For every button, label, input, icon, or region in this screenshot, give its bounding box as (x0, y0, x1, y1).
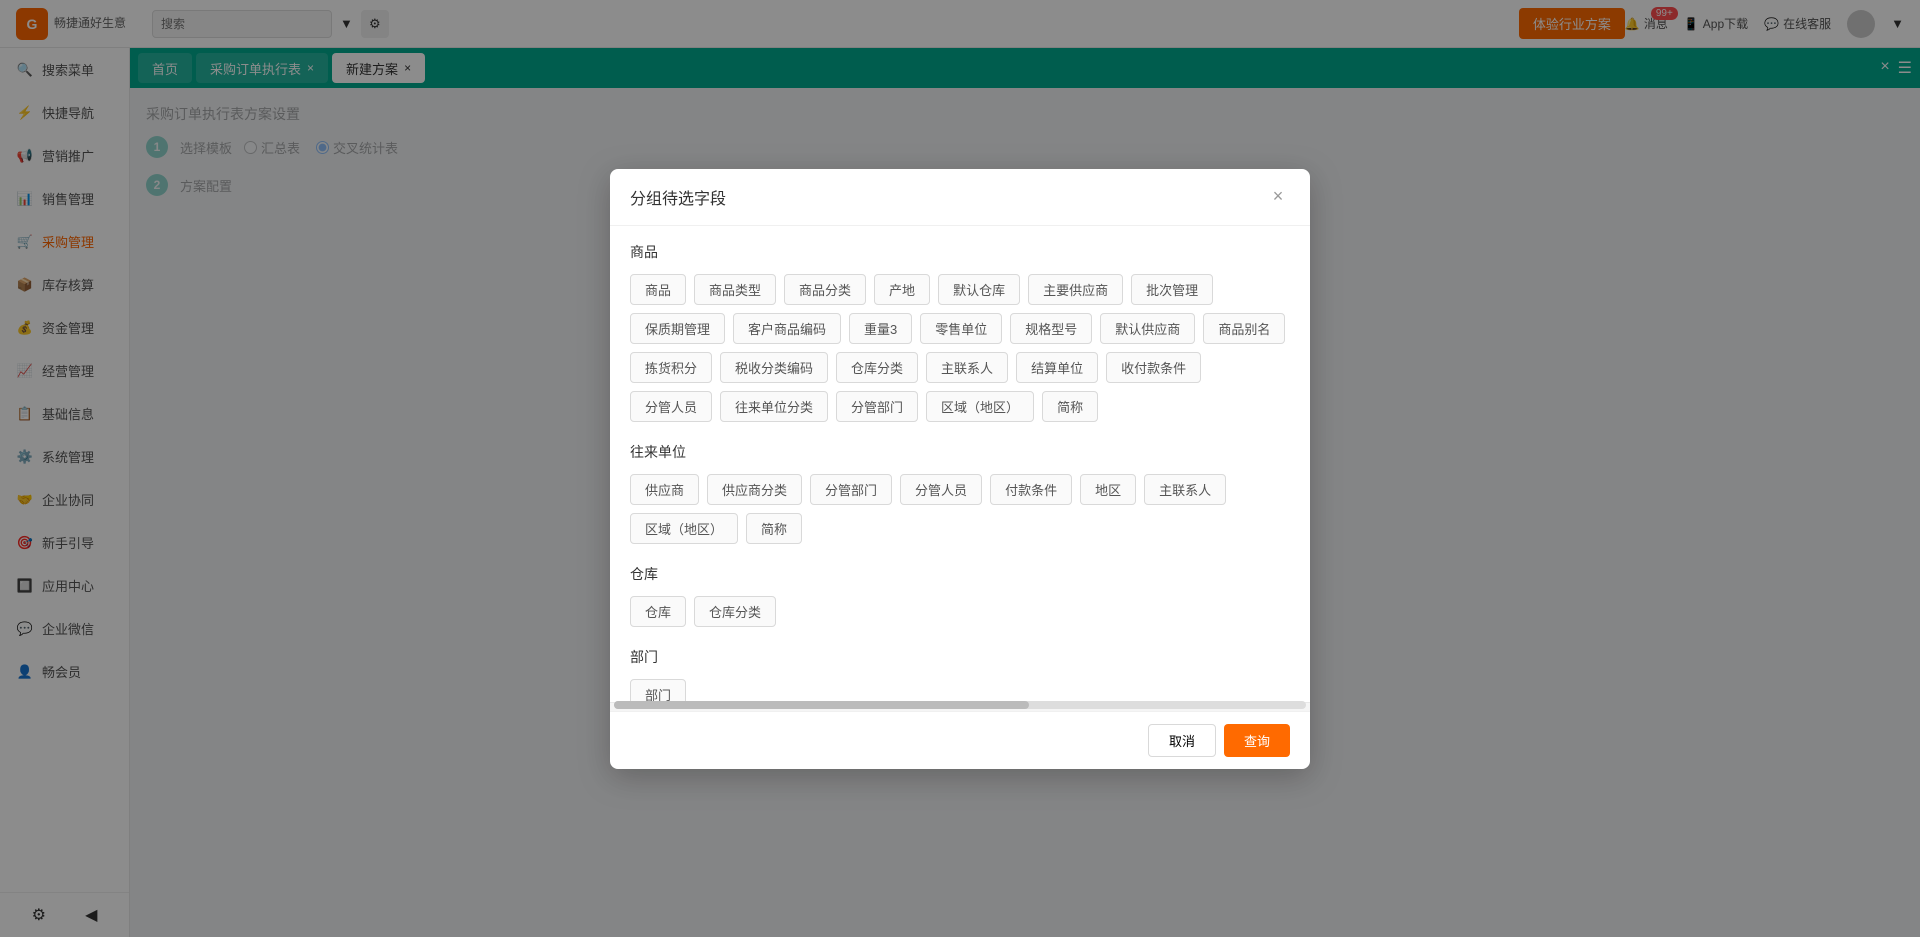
field-group-goods: 商品商品商品类型商品分类产地默认仓库主要供应商批次管理保质期管理客户商品编码重量… (630, 242, 1290, 422)
field-tag[interactable]: 分管部门 (836, 391, 918, 422)
field-tag[interactable]: 仓库 (630, 596, 686, 627)
field-tag[interactable]: 主要供应商 (1028, 274, 1123, 305)
confirm-button[interactable]: 查询 (1224, 724, 1290, 757)
field-group-title-department: 部门 (630, 647, 1290, 667)
field-tag[interactable]: 分管部门 (810, 474, 892, 505)
field-tag[interactable]: 商品类型 (694, 274, 776, 305)
cancel-button[interactable]: 取消 (1148, 724, 1216, 757)
field-tags-warehouse: 仓库仓库分类 (630, 596, 1290, 627)
field-tag[interactable]: 商品分类 (784, 274, 866, 305)
field-tags-goods: 商品商品类型商品分类产地默认仓库主要供应商批次管理保质期管理客户商品编码重量3 零… (630, 274, 1290, 422)
field-tag[interactable]: 仓库分类 (836, 352, 918, 383)
field-tag[interactable]: 简称 (746, 513, 802, 544)
field-tag[interactable]: 付款条件 (990, 474, 1072, 505)
field-tags-department: 部门 (630, 679, 1290, 703)
field-tag[interactable]: 供应商 (630, 474, 699, 505)
modal-scrollbar-thumb[interactable] (614, 701, 1029, 709)
field-tag[interactable]: 默认供应商 (1100, 313, 1195, 344)
field-tag[interactable]: 批次管理 (1131, 274, 1213, 305)
field-tag[interactable]: 拣货积分 (630, 352, 712, 383)
field-group-warehouse: 仓库仓库仓库分类 (630, 564, 1290, 627)
field-tag[interactable]: 区域（地区） (630, 513, 738, 544)
field-tag[interactable]: 商品 (630, 274, 686, 305)
modal-title: 分组待选字段 (630, 185, 726, 209)
modal-header: 分组待选字段 × (610, 169, 1310, 226)
modal-scrollbar-area (610, 702, 1310, 710)
field-tag[interactable]: 区域（地区） (926, 391, 1034, 422)
field-tag[interactable]: 主联系人 (926, 352, 1008, 383)
field-tag[interactable]: 主联系人 (1144, 474, 1226, 505)
field-group-title-warehouse: 仓库 (630, 564, 1290, 584)
field-tag[interactable]: 规格型号 (1010, 313, 1092, 344)
field-tags-partner: 供应商供应商分类分管部门分管人员付款条件地区主联系人区域（地区） 简称 (630, 474, 1290, 544)
field-group-partner: 往来单位供应商供应商分类分管部门分管人员付款条件地区主联系人区域（地区） 简称 (630, 442, 1290, 544)
field-select-modal: 分组待选字段 × 商品商品商品类型商品分类产地默认仓库主要供应商批次管理保质期管… (610, 169, 1310, 769)
field-tag[interactable]: 税收分类编码 (720, 352, 828, 383)
field-tag[interactable]: 商品别名 (1203, 313, 1285, 344)
field-group-title-goods: 商品 (630, 242, 1290, 262)
field-tag[interactable]: 地区 (1080, 474, 1136, 505)
modal-footer: 取消 查询 (610, 711, 1310, 769)
field-tag[interactable]: 简称 (1042, 391, 1098, 422)
modal-close-button[interactable]: × (1266, 185, 1290, 209)
field-tag[interactable]: 零售单位 (920, 313, 1002, 344)
field-tag[interactable]: 保质期管理 (630, 313, 725, 344)
field-group-title-partner: 往来单位 (630, 442, 1290, 462)
field-tag[interactable]: 分管人员 (900, 474, 982, 505)
field-tag[interactable]: 收付款条件 (1106, 352, 1201, 383)
field-group-department: 部门部门 (630, 647, 1290, 703)
field-tag[interactable]: 仓库分类 (694, 596, 776, 627)
field-tag[interactable]: 分管人员 (630, 391, 712, 422)
field-tag[interactable]: 往来单位分类 (720, 391, 828, 422)
field-tag[interactable]: 结算单位 (1016, 352, 1098, 383)
field-tag[interactable]: 客户商品编码 (733, 313, 841, 344)
field-tag[interactable]: 重量3 (849, 313, 912, 344)
field-tag[interactable]: 产地 (874, 274, 930, 305)
field-tag[interactable]: 默认仓库 (938, 274, 1020, 305)
modal-body: 商品商品商品类型商品分类产地默认仓库主要供应商批次管理保质期管理客户商品编码重量… (610, 226, 1310, 703)
field-tag[interactable]: 部门 (630, 679, 686, 703)
modal-scrollbar-track (614, 701, 1306, 709)
field-tag[interactable]: 供应商分类 (707, 474, 802, 505)
